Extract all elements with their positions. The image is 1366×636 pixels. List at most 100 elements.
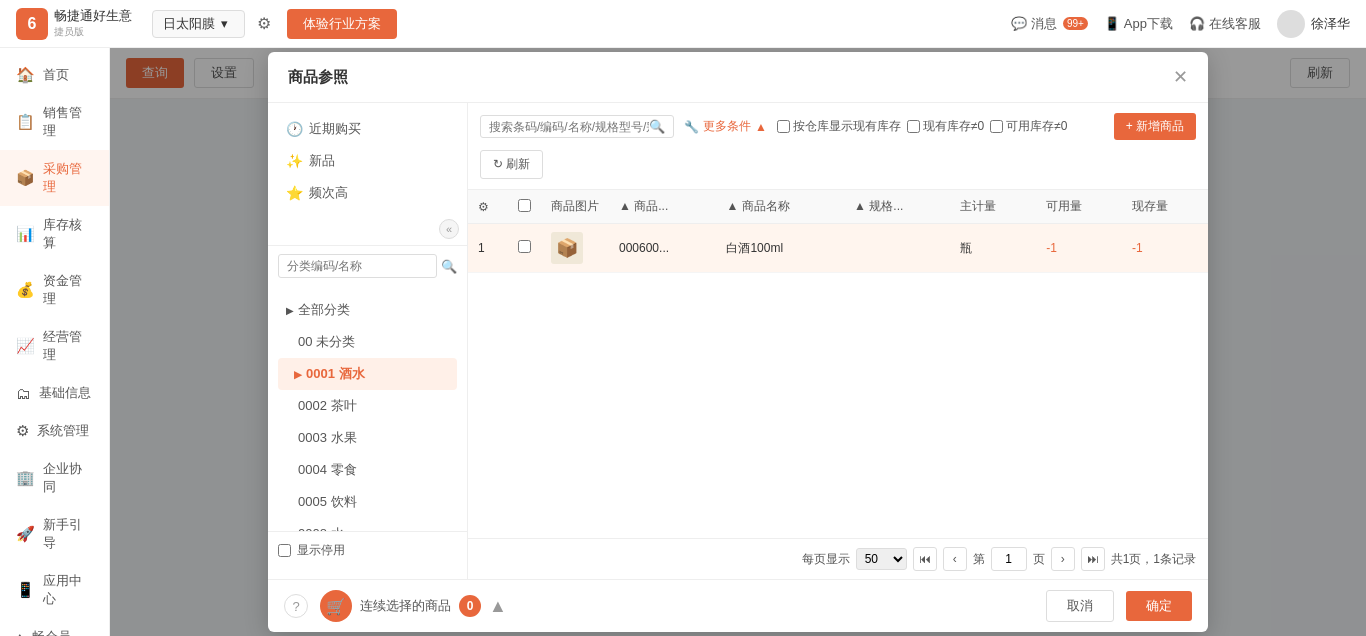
th-available: 可用量	[1036, 190, 1122, 224]
app-download-nav-item[interactable]: 📱 App下载	[1104, 15, 1173, 33]
checkbox-available-ne0[interactable]	[990, 120, 1003, 133]
th-stock: 现存量	[1122, 190, 1208, 224]
checkbox-warehouse[interactable]	[777, 120, 790, 133]
message-label: 消息	[1031, 15, 1057, 33]
product-search-icon[interactable]: 🔍	[649, 119, 665, 134]
first-page-button[interactable]: ⏮	[913, 547, 937, 571]
row-num: 1	[468, 224, 508, 273]
sidebar-item-home[interactable]: 🏠 首页	[0, 56, 109, 94]
help-button[interactable]: ?	[284, 594, 308, 618]
checkbox-stock-ne0[interactable]	[907, 120, 920, 133]
th-name[interactable]: ▲ 商品名称	[716, 190, 844, 224]
store-selector[interactable]: 日太阳膜 ▾	[152, 10, 245, 38]
table-header-row: ⚙ 商品图片 ▲ 商品... ▲ 商品名称 ▲ 规格... 主计量 可用量 现	[468, 190, 1208, 224]
sidebar-item-system[interactable]: ⚙ 系统管理	[0, 412, 109, 450]
row-unit: 瓶	[950, 224, 1036, 273]
modal-body: 🕐 近期购买 ✨ 新品 ⭐ 频次高	[268, 103, 1208, 579]
sidebar-item-sales[interactable]: 📋 销售管理	[0, 94, 109, 150]
table-row[interactable]: 1 📦 000600... 白酒100ml 瓶	[468, 224, 1208, 273]
next-page-button[interactable]: ›	[1051, 547, 1075, 571]
corp-icon: 🏢	[16, 469, 35, 487]
sidebar-item-app-center[interactable]: 📱 应用中心	[0, 562, 109, 618]
category-item-drinks[interactable]: 0005 饮料	[278, 486, 457, 518]
prev-page-button[interactable]: ‹	[943, 547, 967, 571]
sidebar-item-member[interactable]: ♦ 畅会员	[0, 618, 109, 636]
modal-close-button[interactable]: ✕	[1173, 66, 1188, 88]
more-filter-button[interactable]: 🔧 更多条件 ▲	[684, 118, 767, 135]
th-settings[interactable]: ⚙	[468, 190, 508, 224]
member-icon: ♦	[16, 629, 24, 637]
page-size-select[interactable]: 50 20 100	[856, 548, 907, 570]
logo-name: 畅捷通好生意	[54, 8, 132, 25]
app-download-label: App下载	[1124, 15, 1173, 33]
refresh-table-button[interactable]: ↻ 刷新	[480, 150, 543, 179]
online-service-nav-item[interactable]: 🎧 在线客服	[1189, 15, 1261, 33]
product-search-input[interactable]	[489, 120, 649, 134]
sidebar-item-basic-info[interactable]: 🗂 基础信息	[0, 374, 109, 412]
filter-label: 更多条件	[703, 118, 751, 135]
category-item-fruit[interactable]: 0003 水果	[278, 422, 457, 454]
sidebar-item-operations[interactable]: 📈 经营管理	[0, 318, 109, 374]
row-spec	[844, 224, 950, 273]
left-panel: 🕐 近期购买 ✨ 新品 ⭐ 频次高	[268, 103, 468, 579]
checkbox-available-ne0-label[interactable]: 可用库存≠0	[990, 118, 1067, 135]
sidebar-item-label-inventory: 库存核算	[43, 216, 93, 252]
message-icon: 💬	[1011, 16, 1027, 31]
category-item-uncategorized[interactable]: 00 未分类	[278, 326, 457, 358]
gear-icon[interactable]: ⚙	[257, 14, 271, 33]
select-all-checkbox[interactable]	[518, 199, 531, 212]
store-name: 日太阳膜	[163, 15, 215, 33]
user-avatar-area[interactable]: 徐泽华	[1277, 10, 1350, 38]
confirm-button[interactable]: 确定	[1126, 591, 1192, 621]
category-item-all[interactable]: ▶ 全部分类	[278, 294, 457, 326]
cart-label: 连续选择的商品	[360, 597, 451, 615]
th-code[interactable]: ▲ 商品...	[609, 190, 716, 224]
sidebar-item-label-home: 首页	[43, 66, 69, 84]
category-list: ▶ 全部分类 00 未分类 ▶ 0001 酒水 0002 茶	[268, 294, 467, 531]
page-label-2: 页	[1033, 551, 1045, 568]
basic-info-icon: 🗂	[16, 385, 31, 402]
category-label-tea: 0002 茶叶	[298, 397, 357, 415]
sidebar-item-label-sales: 销售管理	[43, 104, 93, 140]
show-disabled-checkbox[interactable]	[278, 544, 291, 557]
message-badge: 99+	[1063, 17, 1088, 30]
product-reference-modal: 商品参照 ✕ 🕐 近期购买 ✨	[268, 52, 1208, 632]
last-page-button[interactable]: ⏭	[1081, 547, 1105, 571]
th-check[interactable]	[508, 190, 541, 224]
checkbox-warehouse-label[interactable]: 按仓库显示现有库存	[777, 118, 901, 135]
checkbox-stock-ne0-label[interactable]: 现有库存≠0	[907, 118, 984, 135]
main-content: 查询 设置 刷新 商品参照 ✕ 🕐	[110, 48, 1366, 636]
quick-link-recent[interactable]: 🕐 近期购买	[278, 113, 457, 145]
category-search: 🔍	[268, 246, 467, 286]
sidebar-item-inventory[interactable]: 📊 库存核算	[0, 206, 109, 262]
category-search-input[interactable]	[278, 254, 437, 278]
quick-link-new[interactable]: ✨ 新品	[278, 145, 457, 177]
category-label-all: 全部分类	[298, 301, 350, 319]
category-search-icon[interactable]: 🔍	[441, 259, 457, 274]
checkbox-stock-ne0-text: 现有库存≠0	[923, 118, 984, 135]
add-product-button[interactable]: + 新增商品	[1114, 113, 1196, 140]
page-input[interactable]	[991, 547, 1027, 571]
row-available: -1	[1036, 224, 1122, 273]
sidebar-item-purchase[interactable]: 📦 采购管理	[0, 150, 109, 206]
operations-icon: 📈	[16, 337, 35, 355]
cancel-button[interactable]: 取消	[1046, 590, 1114, 622]
sidebar-item-finance[interactable]: 💰 资金管理	[0, 262, 109, 318]
sidebar-item-guide[interactable]: 🚀 新手引导	[0, 506, 109, 562]
collapse-left-panel-button[interactable]: «	[439, 219, 459, 239]
row-checkbox[interactable]	[518, 240, 531, 253]
trial-button[interactable]: 体验行业方案	[287, 9, 397, 39]
category-item-water[interactable]: 0008 水	[278, 518, 457, 531]
collapse-cart-button[interactable]: ▲	[489, 596, 507, 617]
category-item-liquor[interactable]: ▶ 0001 酒水	[278, 358, 457, 390]
sidebar-item-corp[interactable]: 🏢 企业协同	[0, 450, 109, 506]
category-item-tea[interactable]: 0002 茶叶	[278, 390, 457, 422]
th-spec[interactable]: ▲ 规格...	[844, 190, 950, 224]
cart-icon[interactable]: 🛒	[320, 590, 352, 622]
message-nav-item[interactable]: 💬 消息 99+	[1011, 15, 1088, 33]
row-check[interactable]	[508, 224, 541, 273]
finance-icon: 💰	[16, 281, 35, 299]
quick-link-frequent[interactable]: ⭐ 频次高	[278, 177, 457, 209]
product-search-wrap: 🔍	[480, 115, 674, 138]
category-item-snacks[interactable]: 0004 零食	[278, 454, 457, 486]
